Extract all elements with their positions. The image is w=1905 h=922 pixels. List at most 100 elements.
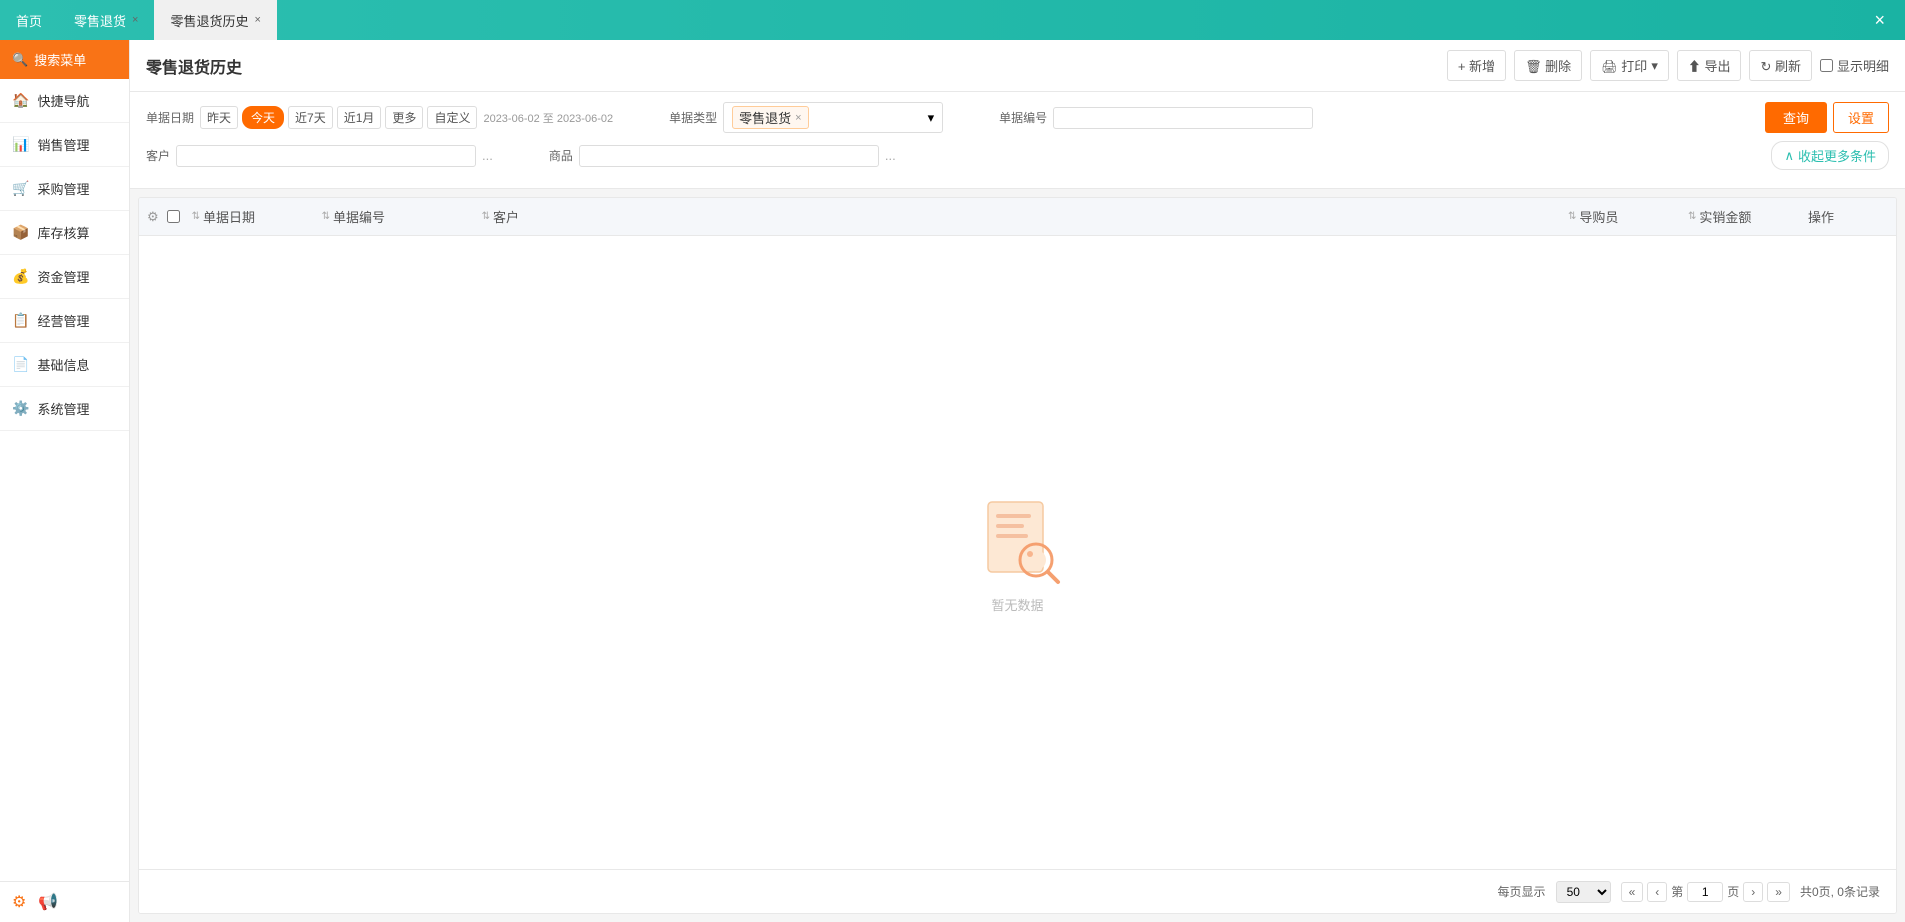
date-today-btn[interactable]: 今天 [242,106,284,129]
bill-no-label: 单据编号 [999,109,1047,126]
sort-icon-customer[interactable]: ⇅ [482,211,490,222]
sidebar-bottom: ⚙ 📢 [0,881,129,922]
empty-text: 暂无数据 [991,595,1043,614]
print-button[interactable]: 🖨 打印 ▾ [1590,50,1669,81]
top-bar: 首页 零售退货 × 零售退货历史 × × [0,0,1905,40]
empty-svg [968,492,1068,592]
toolbar: + 新增 🗑 删除 🖨 打印 ▾ ⬆ 导出 ↻ 刷新 显示明细 [1447,50,1889,91]
sidebar-item-quicknav[interactable]: 🏠 快捷导航 [0,79,129,123]
info-icon: 📄 [12,356,29,373]
print-chevron-icon: ▾ [1651,58,1658,74]
window-close-button[interactable]: × [1866,10,1893,31]
date-7days-btn[interactable]: 近7天 [288,106,333,129]
page-title: 零售退货历史 [146,54,242,88]
sort-icon-amount[interactable]: ⇅ [1688,211,1696,222]
settings-gear-icon[interactable]: ⚙ [12,892,26,912]
col-header-amount: ⇅ 实销金额 [1688,207,1808,226]
delete-button[interactable]: 🗑 删除 [1514,50,1582,81]
select-all-checkbox[interactable] [167,210,180,223]
content-area: 零售退货历史 + 新增 🗑 删除 🖨 打印 ▾ ⬆ 导出 ↻ 刷新 [130,40,1905,922]
display-detail-toggle[interactable]: 显示明细 [1820,56,1889,75]
bill-type-label: 单据类型 [669,109,717,126]
sidebar-item-inventory[interactable]: 📦 库存核算 [0,211,129,255]
refresh-button[interactable]: ↻ 刷新 [1749,50,1812,81]
bill-type-tag-close[interactable]: × [795,112,801,124]
system-icon: ⚙️ [12,400,29,417]
collapse-filter-button[interactable]: ∧ 收起更多条件 [1771,141,1889,170]
sidebar-item-operations[interactable]: 📋 经营管理 [0,299,129,343]
page-nav: « ‹ 第 页 › » [1621,882,1790,902]
export-button[interactable]: ⬆ 导出 [1677,50,1742,81]
filter-row-2: 客户 ... 商品 ... ∧ 收起更多条件 [146,141,1889,170]
filter-row-1: 单据日期 昨天 今天 近7天 近1月 更多 自定义 2023-06-02 至 2… [146,102,1889,133]
col-header-date: ⇅ 单据日期 [192,207,322,226]
tab-bar: 首页 零售退货 × 零售退货历史 × [0,0,1866,40]
empty-illustration [968,492,1068,595]
table-footer: 每页显示 50 20 100 « ‹ 第 页 › » 共0页, 0条记录 [139,869,1896,913]
tab-retail-return-close[interactable]: × [132,14,138,26]
customer-input[interactable] [176,145,476,167]
table-column-settings-icon[interactable]: ⚙ [147,209,159,225]
main-layout: 🔍 搜索菜单 🏠 快捷导航 📊 销售管理 🛒 采购管理 📦 库存核算 💰 资金管… [0,40,1905,922]
date-shortcuts: 昨天 今天 近7天 近1月 更多 自定义 [200,106,477,129]
page-size-select[interactable]: 50 20 100 [1556,881,1611,903]
bill-type-chevron-icon: ▾ [928,110,935,126]
date-range-value: 2023-06-02 至 2023-06-02 [483,110,613,126]
sidebar-item-finance[interactable]: 💰 资金管理 [0,255,129,299]
table-body: 暂无数据 [139,236,1896,869]
page-header: 零售退货历史 + 新增 🗑 删除 🖨 打印 ▾ ⬆ 导出 ↻ 刷新 [130,40,1905,92]
bill-date-filter: 单据日期 昨天 今天 近7天 近1月 更多 自定义 2023-06-02 至 2… [146,106,613,129]
inventory-icon: 📦 [12,224,29,241]
page-label-prefix: 第 [1671,883,1683,900]
display-detail-checkbox[interactable] [1820,59,1833,72]
prev-page-button[interactable]: ‹ [1647,882,1667,902]
new-button[interactable]: + 新增 [1447,50,1506,81]
bill-type-tag: 零售退货 × [732,106,808,129]
sidebar: 🔍 搜索菜单 🏠 快捷导航 📊 销售管理 🛒 采购管理 📦 库存核算 💰 资金管… [0,40,130,922]
bill-date-label: 单据日期 [146,109,194,126]
next-page-button[interactable]: › [1743,882,1763,902]
col-header-billno: ⇅ 单据编号 [322,207,482,226]
sort-icon-billno[interactable]: ⇅ [322,211,330,222]
sidebar-item-purchase[interactable]: 🛒 采购管理 [0,167,129,211]
home-icon: 🏠 [12,92,29,109]
date-yesterday-btn[interactable]: 昨天 [200,106,238,129]
query-button[interactable]: 查询 [1765,102,1827,133]
sort-icon-guide[interactable]: ⇅ [1568,211,1576,222]
tab-home[interactable]: 首页 [0,0,58,40]
bill-no-input[interactable] [1053,107,1313,129]
speaker-icon[interactable]: 📢 [38,892,58,912]
goods-label: 商品 [549,147,573,164]
page-number-input[interactable] [1687,882,1723,902]
customer-ellipsis[interactable]: ... [482,148,493,163]
page-size-label: 每页显示 [1498,883,1546,900]
search-icon: 🔍 [12,52,28,68]
sidebar-search[interactable]: 🔍 搜索菜单 [0,40,129,79]
collapse-icon: ∧ [1784,148,1794,164]
purchase-icon: 🛒 [12,180,29,197]
table-header: ⚙ ⇅ 单据日期 ⇅ 单据编号 ⇅ 客户 ⇅ 导购员 [139,198,1896,236]
page-label-suffix: 页 [1727,883,1739,900]
sales-icon: 📊 [12,136,29,153]
date-more-btn[interactable]: 更多 [385,106,423,129]
tab-retail-return[interactable]: 零售退货 × [58,0,154,40]
first-page-button[interactable]: « [1621,882,1644,902]
goods-filter: 商品 ... [549,145,896,167]
customer-filter: 客户 ... [146,145,493,167]
date-custom-btn[interactable]: 自定义 [427,106,477,129]
sort-icon-date[interactable]: ⇅ [192,211,200,222]
tab-retail-return-history-close[interactable]: × [254,14,260,26]
goods-input[interactable] [579,145,879,167]
sidebar-item-sales[interactable]: 📊 销售管理 [0,123,129,167]
col-header-guide: ⇅ 导购员 [1568,207,1688,226]
bill-type-select[interactable]: 零售退货 × ▾ [723,102,943,133]
sidebar-item-system[interactable]: ⚙️ 系统管理 [0,387,129,431]
setting-button[interactable]: 设置 [1833,102,1889,133]
sidebar-item-basic-info[interactable]: 📄 基础信息 [0,343,129,387]
date-1month-btn[interactable]: 近1月 [337,106,382,129]
bill-no-filter: 单据编号 [999,107,1313,129]
tab-retail-return-history[interactable]: 零售退货历史 × [154,0,276,40]
customer-label: 客户 [146,147,170,164]
last-page-button[interactable]: » [1767,882,1790,902]
goods-ellipsis[interactable]: ... [885,148,896,163]
